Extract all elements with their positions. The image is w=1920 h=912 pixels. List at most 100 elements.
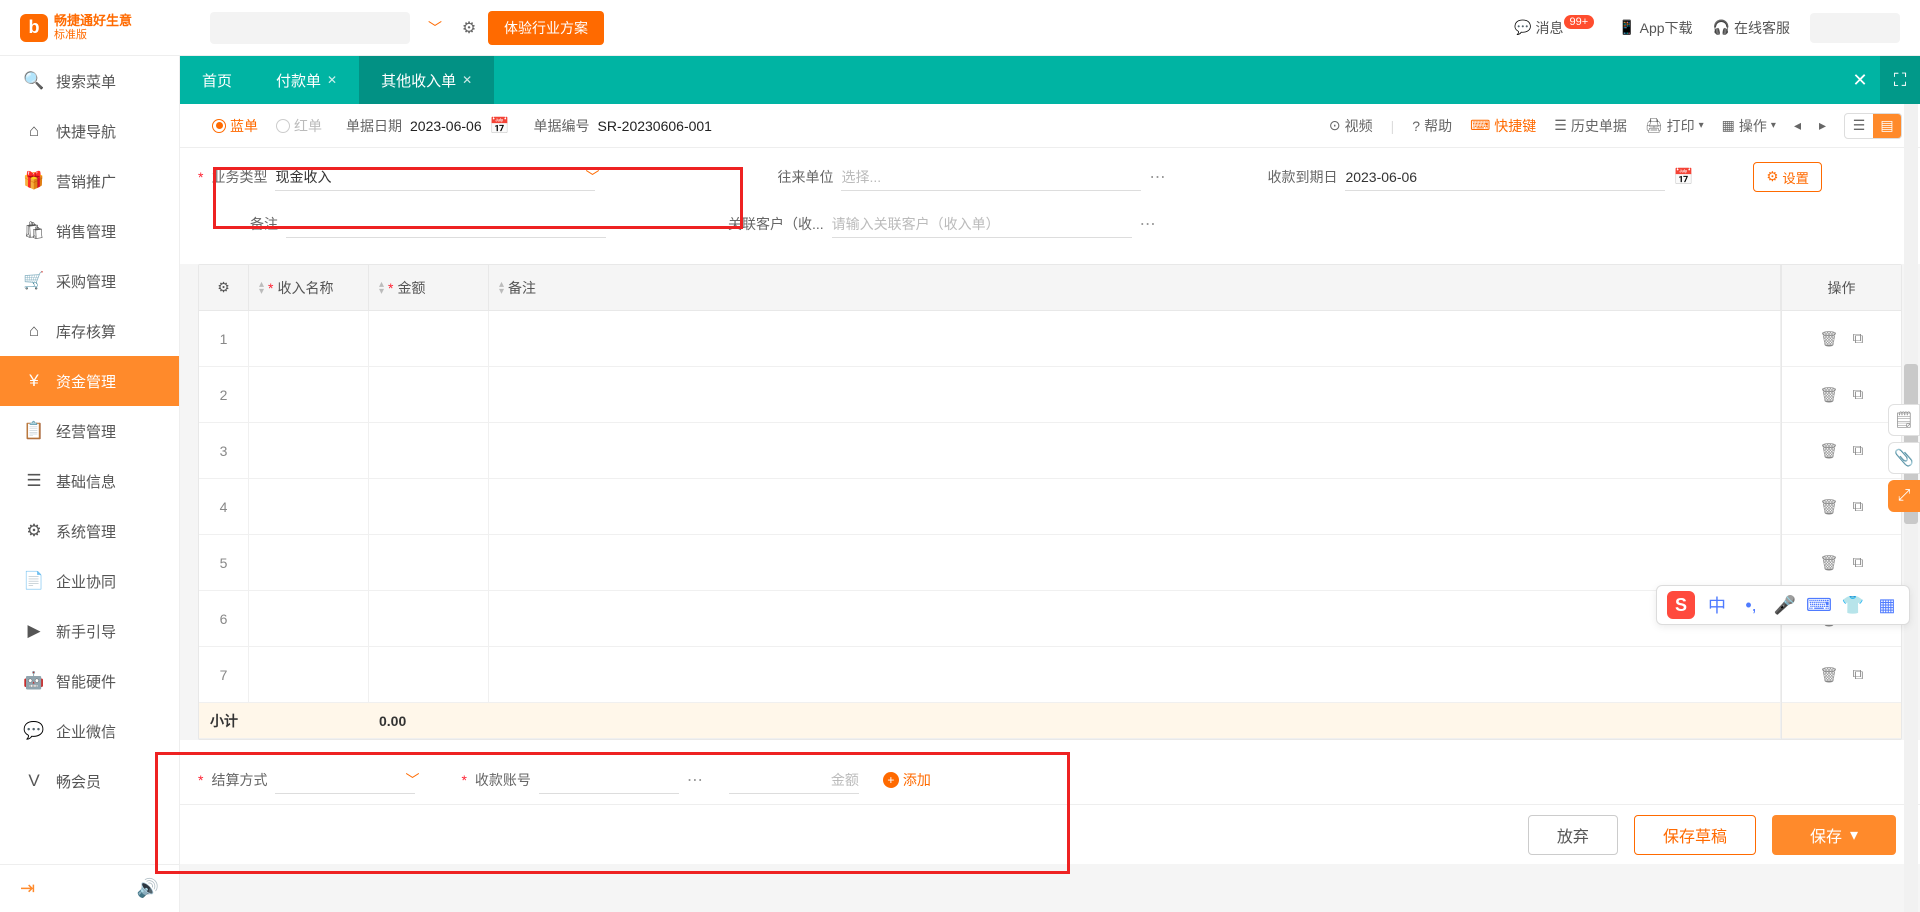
cell-memo[interactable] (489, 311, 1781, 366)
experience-button[interactable]: 体验行业方案 (488, 11, 604, 45)
tab-2[interactable]: 其他收入单✕ (359, 56, 494, 104)
sidebar-item-9[interactable]: ⚙系统管理 (0, 506, 179, 556)
sidebar-item-12[interactable]: 🤖智能硬件 (0, 656, 179, 706)
calendar-icon[interactable]: 📅 (490, 116, 510, 136)
sidebar-item-10[interactable]: 📄企业协同 (0, 556, 179, 606)
collapse-icon[interactable]: ⇥ (20, 878, 35, 899)
sidebar-item-0[interactable]: 🔍搜索菜单 (0, 56, 179, 106)
tag-note-icon[interactable]: 🗒 (1888, 404, 1920, 436)
cell-income-name[interactable] (249, 535, 369, 590)
add-settlement-button[interactable]: +添加 (883, 770, 931, 790)
cell-income-name[interactable] (249, 311, 369, 366)
related-customer-input[interactable] (832, 210, 1132, 238)
cell-amount[interactable] (369, 423, 489, 478)
tag-attach-icon[interactable]: 📎 (1888, 442, 1920, 474)
biztype-input[interactable] (275, 163, 595, 191)
sidebar-item-13[interactable]: 💬企业微信 (0, 706, 179, 756)
cell-amount[interactable] (369, 479, 489, 534)
tab-1[interactable]: 付款单✕ (254, 56, 359, 104)
chevron-down-icon[interactable]: ﹀ (420, 18, 450, 38)
radio-blue[interactable]: 蓝单 (212, 116, 258, 136)
copy-row-icon[interactable]: ⧉ (1853, 330, 1864, 347)
settle-amount-input[interactable] (729, 766, 859, 794)
cell-memo[interactable] (489, 479, 1781, 534)
more-icon[interactable]: ⋯ (1149, 167, 1167, 187)
more-icon[interactable]: ⋯ (687, 770, 705, 790)
view-mode-toggle[interactable]: ☰▤ (1844, 113, 1902, 139)
close-icon[interactable]: ✕ (462, 73, 472, 87)
cell-income-name[interactable] (249, 647, 369, 702)
doc-date-value[interactable]: 2023-06-06 (410, 118, 482, 134)
calendar-icon[interactable]: 📅 (1673, 167, 1693, 187)
close-icon[interactable]: ✕ (327, 73, 337, 87)
delete-row-icon[interactable]: 🗑 (1820, 666, 1839, 684)
cell-amount[interactable] (369, 591, 489, 646)
cell-amount[interactable] (369, 367, 489, 422)
copy-row-icon[interactable]: ⧉ (1853, 442, 1864, 459)
tool-history[interactable]: ☰历史单据 (1554, 116, 1627, 136)
cell-memo[interactable] (489, 647, 1781, 702)
tool-ops[interactable]: ▦操作▾ (1722, 116, 1776, 136)
delete-row-icon[interactable]: 🗑 (1820, 386, 1839, 404)
col-income-name[interactable]: ▴▾*收入名称 (249, 265, 369, 310)
ime-toolbox-icon[interactable]: ▦ (1875, 593, 1899, 617)
nav-prev[interactable]: ◂ (1794, 117, 1801, 134)
ime-toolbar[interactable]: S 中 •, 🎤 ⌨ 👕 ▦ (1656, 585, 1910, 625)
sidebar-item-2[interactable]: 🎁营销推广 (0, 156, 179, 206)
copy-row-icon[interactable]: ⧉ (1853, 498, 1864, 515)
cell-amount[interactable] (369, 647, 489, 702)
cell-income-name[interactable] (249, 367, 369, 422)
cell-amount[interactable] (369, 535, 489, 590)
app-download-link[interactable]: 📱 App下载 (1618, 18, 1692, 38)
ime-skin-icon[interactable]: 👕 (1841, 593, 1865, 617)
tab-0[interactable]: 首页 (180, 56, 254, 104)
table-row[interactable]: 4 (199, 479, 1781, 535)
user-avatar[interactable] (1810, 13, 1900, 43)
sidebar-item-6[interactable]: ¥资金管理 (0, 356, 179, 406)
settle-account-input[interactable] (539, 766, 679, 794)
cell-income-name[interactable] (249, 591, 369, 646)
table-row[interactable]: 7 (199, 647, 1781, 703)
settle-method-input[interactable] (275, 766, 415, 794)
cell-memo[interactable] (489, 535, 1781, 590)
sound-icon[interactable]: 🔊 (137, 878, 159, 899)
delete-row-icon[interactable]: 🗑 (1820, 330, 1839, 348)
ime-punct-icon[interactable]: •, (1739, 593, 1763, 617)
sidebar-item-3[interactable]: 🛍销售管理 (0, 206, 179, 256)
messages-link[interactable]: 💬 消息 99+ (1514, 18, 1598, 38)
gear-icon[interactable]: ⚙ (460, 19, 478, 37)
nav-next[interactable]: ▸ (1819, 117, 1826, 134)
tool-help[interactable]: ?帮助 (1412, 116, 1452, 136)
ime-mic-icon[interactable]: 🎤 (1773, 593, 1797, 617)
cell-income-name[interactable] (249, 423, 369, 478)
delete-row-icon[interactable]: 🗑 (1820, 498, 1839, 516)
copy-row-icon[interactable]: ⧉ (1853, 666, 1864, 683)
cell-income-name[interactable] (249, 479, 369, 534)
chevron-down-icon[interactable]: ﹀ (585, 167, 599, 187)
delete-row-icon[interactable]: 🗑 (1820, 442, 1839, 460)
tab-fullscreen[interactable]: ⛶ (1880, 56, 1920, 104)
sidebar-item-7[interactable]: 📋经营管理 (0, 406, 179, 456)
ime-keyboard-icon[interactable]: ⌨ (1807, 593, 1831, 617)
save-button[interactable]: 保存▾ (1772, 815, 1896, 855)
tab-close-all[interactable]: ✕ (1840, 56, 1880, 104)
table-row[interactable]: 1 (199, 311, 1781, 367)
table-row[interactable]: 5 (199, 535, 1781, 591)
save-draft-button[interactable]: 保存草稿 (1634, 815, 1756, 855)
tool-print[interactable]: 🖨打印▾ (1645, 116, 1704, 136)
cell-memo[interactable] (489, 423, 1781, 478)
company-selector[interactable] (210, 12, 410, 44)
copy-row-icon[interactable]: ⧉ (1853, 554, 1864, 571)
tool-video[interactable]: ⊙视频 (1329, 116, 1373, 136)
col-amount[interactable]: ▴▾*金额 (369, 265, 489, 310)
sidebar-item-1[interactable]: ⌂快捷导航 (0, 106, 179, 156)
customer-service-link[interactable]: 🎧 在线客服 (1713, 18, 1790, 38)
due-date-input[interactable] (1345, 163, 1665, 191)
settings-button[interactable]: ⚙设置 (1753, 162, 1822, 192)
copy-row-icon[interactable]: ⧉ (1853, 386, 1864, 403)
tag-expand-icon[interactable]: ⤢ (1888, 480, 1920, 512)
table-row[interactable]: 3 (199, 423, 1781, 479)
table-row[interactable]: 2 (199, 367, 1781, 423)
cell-memo[interactable] (489, 591, 1781, 646)
col-memo[interactable]: ▴▾备注 (489, 265, 1781, 310)
